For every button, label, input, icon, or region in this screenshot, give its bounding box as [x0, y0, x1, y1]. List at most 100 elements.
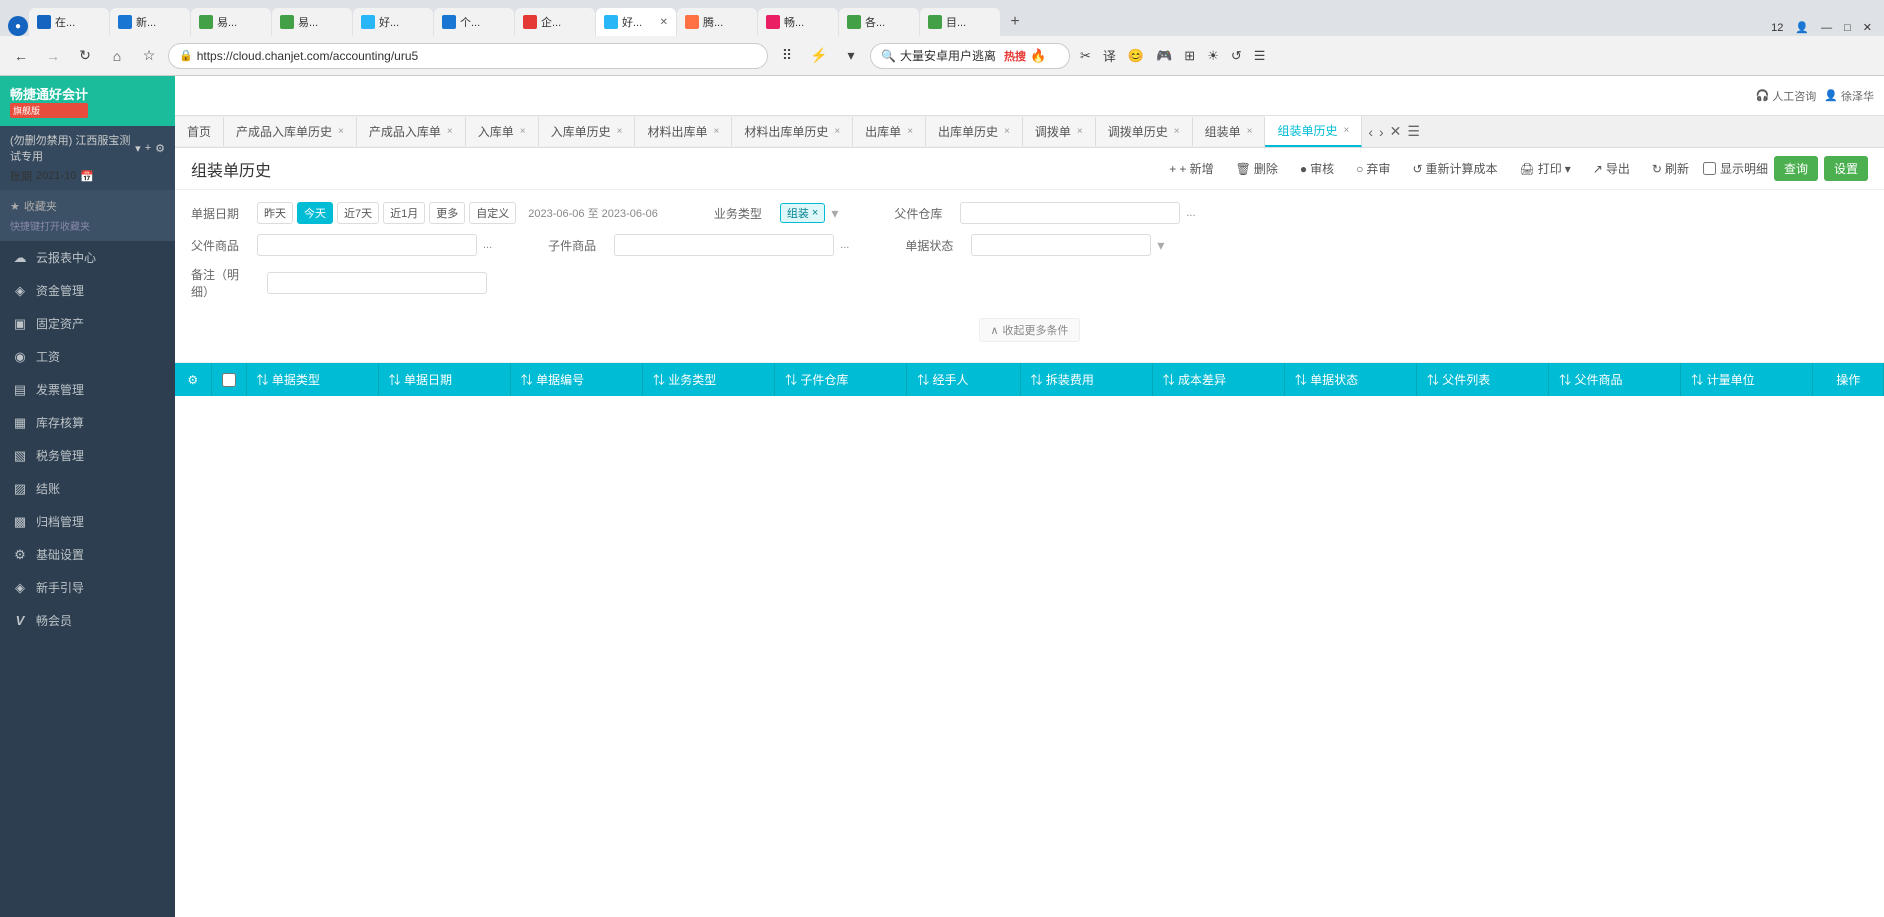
- select-all-checkbox[interactable]: [222, 373, 236, 387]
- tab-10[interactable]: 畅...: [758, 8, 838, 36]
- page-tab-prod-in[interactable]: 产成品入库单 ×: [357, 117, 466, 146]
- emoji-icon[interactable]: 😊: [1124, 46, 1148, 66]
- display-detail-checkbox[interactable]: [1703, 162, 1716, 175]
- page-tab-kit-hist[interactable]: 组装单历史 ×: [1265, 116, 1362, 147]
- table-col-handler[interactable]: ⇅ 经手人: [907, 363, 1020, 396]
- table-col-child-warehouse[interactable]: ⇅ 子件仓库: [775, 363, 907, 396]
- parent-warehouse-more[interactable]: ...: [1186, 207, 1195, 219]
- recalc-button[interactable]: ↺ 重新计算成本: [1404, 156, 1505, 181]
- sidebar-item-payroll[interactable]: ◉ 工资: [0, 340, 175, 373]
- date-yesterday[interactable]: 昨天: [257, 202, 293, 224]
- page-tab-out-hist[interactable]: 出库单历史 ×: [926, 117, 1023, 146]
- add-company-btn[interactable]: +: [145, 142, 151, 154]
- page-tab-close-kit-hist[interactable]: ×: [1343, 125, 1349, 136]
- delete-button[interactable]: 🗑 删除: [1228, 156, 1286, 181]
- sidebar-item-settings[interactable]: ⚙ 基础设置: [0, 538, 175, 571]
- game-icon[interactable]: 🎮: [1152, 46, 1176, 66]
- page-tab-out[interactable]: 出库单 ×: [853, 117, 926, 146]
- table-col-biz-type[interactable]: ⇅ 业务类型: [642, 363, 774, 396]
- cut-icon[interactable]: ✂: [1076, 46, 1095, 66]
- refresh-button[interactable]: ↻ 刷新: [1644, 156, 1697, 181]
- page-tab-close-in-order[interactable]: ×: [520, 126, 526, 137]
- table-col-disassemble-fee[interactable]: ⇅ 拆装费用: [1020, 363, 1152, 396]
- parent-product-input[interactable]: [257, 234, 477, 256]
- sidebar-item-settle[interactable]: ▨ 结账: [0, 472, 175, 505]
- grid-icon[interactable]: ⊞: [1180, 46, 1199, 66]
- tab-nav-close[interactable]: ✕: [1388, 121, 1404, 142]
- open-favorites-btn[interactable]: 快捷键打开收藏夹: [10, 218, 165, 233]
- sidebar-item-member[interactable]: V 畅会员: [0, 604, 175, 637]
- table-col-unit[interactable]: ⇅ 计量单位: [1681, 363, 1813, 396]
- service-btn[interactable]: 🎧 人工咨询: [1756, 88, 1817, 104]
- page-tab-close-mat-out-hist[interactable]: ×: [834, 126, 840, 137]
- tab-7[interactable]: 企...: [515, 8, 595, 36]
- minimize-button[interactable]: —: [1817, 20, 1836, 36]
- home-button[interactable]: ⌂: [104, 43, 130, 69]
- extension-button[interactable]: ⚡: [806, 43, 832, 69]
- sidebar-item-fund[interactable]: ◈ 资金管理: [0, 274, 175, 307]
- table-settings-icon[interactable]: ⚙: [187, 373, 198, 387]
- query-button[interactable]: 查询: [1774, 156, 1818, 181]
- parent-warehouse-input[interactable]: [960, 202, 1180, 224]
- page-tab-close-out-hist[interactable]: ×: [1004, 126, 1010, 137]
- sidebar-item-archive[interactable]: ▩ 归档管理: [0, 505, 175, 538]
- tab-3[interactable]: 易...: [191, 8, 271, 36]
- table-col-cost-diff[interactable]: ⇅ 成本差异: [1152, 363, 1284, 396]
- page-tab-close-in-hist[interactable]: ×: [617, 126, 623, 137]
- page-tab-mat-out-hist[interactable]: 材料出库单历史 ×: [732, 117, 853, 146]
- search-bar[interactable]: 🔍 大量安卓用户逃离 热搜 🔥: [870, 43, 1070, 69]
- child-product-input[interactable]: [614, 234, 834, 256]
- table-col-order-no[interactable]: ⇅ 单据编号: [510, 363, 642, 396]
- table-col-settings[interactable]: ⚙: [175, 363, 211, 396]
- back-button[interactable]: ←: [8, 43, 34, 69]
- sun-icon[interactable]: ☀: [1203, 46, 1223, 66]
- tab-12[interactable]: 目...: [920, 8, 1000, 36]
- dropdown-button[interactable]: ▾: [838, 43, 864, 69]
- undo-icon[interactable]: ↺: [1227, 46, 1246, 66]
- page-tab-transfer-hist[interactable]: 调拨单历史 ×: [1096, 117, 1193, 146]
- settings-icon[interactable]: ⚙: [155, 142, 165, 155]
- date-today[interactable]: 今天: [297, 202, 333, 224]
- tab-nav-left[interactable]: ‹: [1366, 122, 1375, 142]
- display-detail-checkbox-area[interactable]: 显示明细: [1703, 160, 1768, 177]
- biz-type-tag-close[interactable]: ×: [812, 207, 818, 219]
- page-tab-home[interactable]: 首页: [175, 117, 224, 146]
- table-col-checkbox[interactable]: [211, 363, 246, 396]
- sidebar-item-guide[interactable]: ◈ 新手引导: [0, 571, 175, 604]
- tab-5[interactable]: 好...: [353, 8, 433, 36]
- table-col-order-status[interactable]: ⇅ 单据状态: [1284, 363, 1416, 396]
- user-menu[interactable]: 👤 徐泽华: [1824, 88, 1874, 104]
- tab-11[interactable]: 各...: [839, 8, 919, 36]
- print-button[interactable]: 🖨 打印 ▾: [1512, 156, 1579, 181]
- page-tab-in-order[interactable]: 入库单 ×: [466, 117, 539, 146]
- menu-icon[interactable]: ☰: [1250, 46, 1270, 66]
- parent-product-more[interactable]: ...: [483, 239, 492, 251]
- page-tab-close-prod-in-hist[interactable]: ×: [338, 126, 344, 137]
- table-col-order-type[interactable]: ⇅ 单据类型: [246, 363, 378, 396]
- tab-4[interactable]: 易...: [272, 8, 352, 36]
- tab-nav-more[interactable]: ☰: [1405, 121, 1422, 142]
- tab-9[interactable]: 腾...: [677, 8, 757, 36]
- sidebar-item-fixed-assets[interactable]: ▣ 固定资产: [0, 307, 175, 340]
- page-tab-close-mat-out[interactable]: ×: [713, 126, 719, 137]
- apps-button[interactable]: ⠿: [774, 43, 800, 69]
- note-input[interactable]: [267, 272, 487, 294]
- page-tab-close-transfer[interactable]: ×: [1077, 126, 1083, 137]
- table-col-parent-product[interactable]: ⇅ 父件商品: [1549, 363, 1681, 396]
- page-tab-in-hist[interactable]: 入库单历史 ×: [539, 117, 636, 146]
- translate-icon[interactable]: 译: [1099, 44, 1120, 67]
- child-product-more[interactable]: ...: [840, 239, 849, 251]
- date-7days[interactable]: 近7天: [337, 202, 379, 224]
- company-selector[interactable]: (勿删勿禁用) 江西服宝测试专用 ▾ + ⚙: [10, 132, 165, 164]
- sidebar-item-invoice[interactable]: ▤ 发票管理: [0, 373, 175, 406]
- collapse-button[interactable]: ∧ 收起更多条件: [979, 318, 1079, 342]
- page-tab-close-out[interactable]: ×: [907, 126, 913, 137]
- page-tab-transfer[interactable]: 调拨单 ×: [1023, 117, 1096, 146]
- page-tab-prod-in-hist[interactable]: 产成品入库单历史 ×: [224, 117, 357, 146]
- tab-1[interactable]: 在...: [29, 8, 109, 36]
- new-tab-button[interactable]: +: [1001, 8, 1029, 36]
- reload-button[interactable]: ↻: [72, 43, 98, 69]
- close-window-button[interactable]: ✕: [1859, 19, 1876, 36]
- biz-type-dropdown[interactable]: ▾: [831, 205, 838, 222]
- tab-8[interactable]: 好... ✕: [596, 8, 676, 36]
